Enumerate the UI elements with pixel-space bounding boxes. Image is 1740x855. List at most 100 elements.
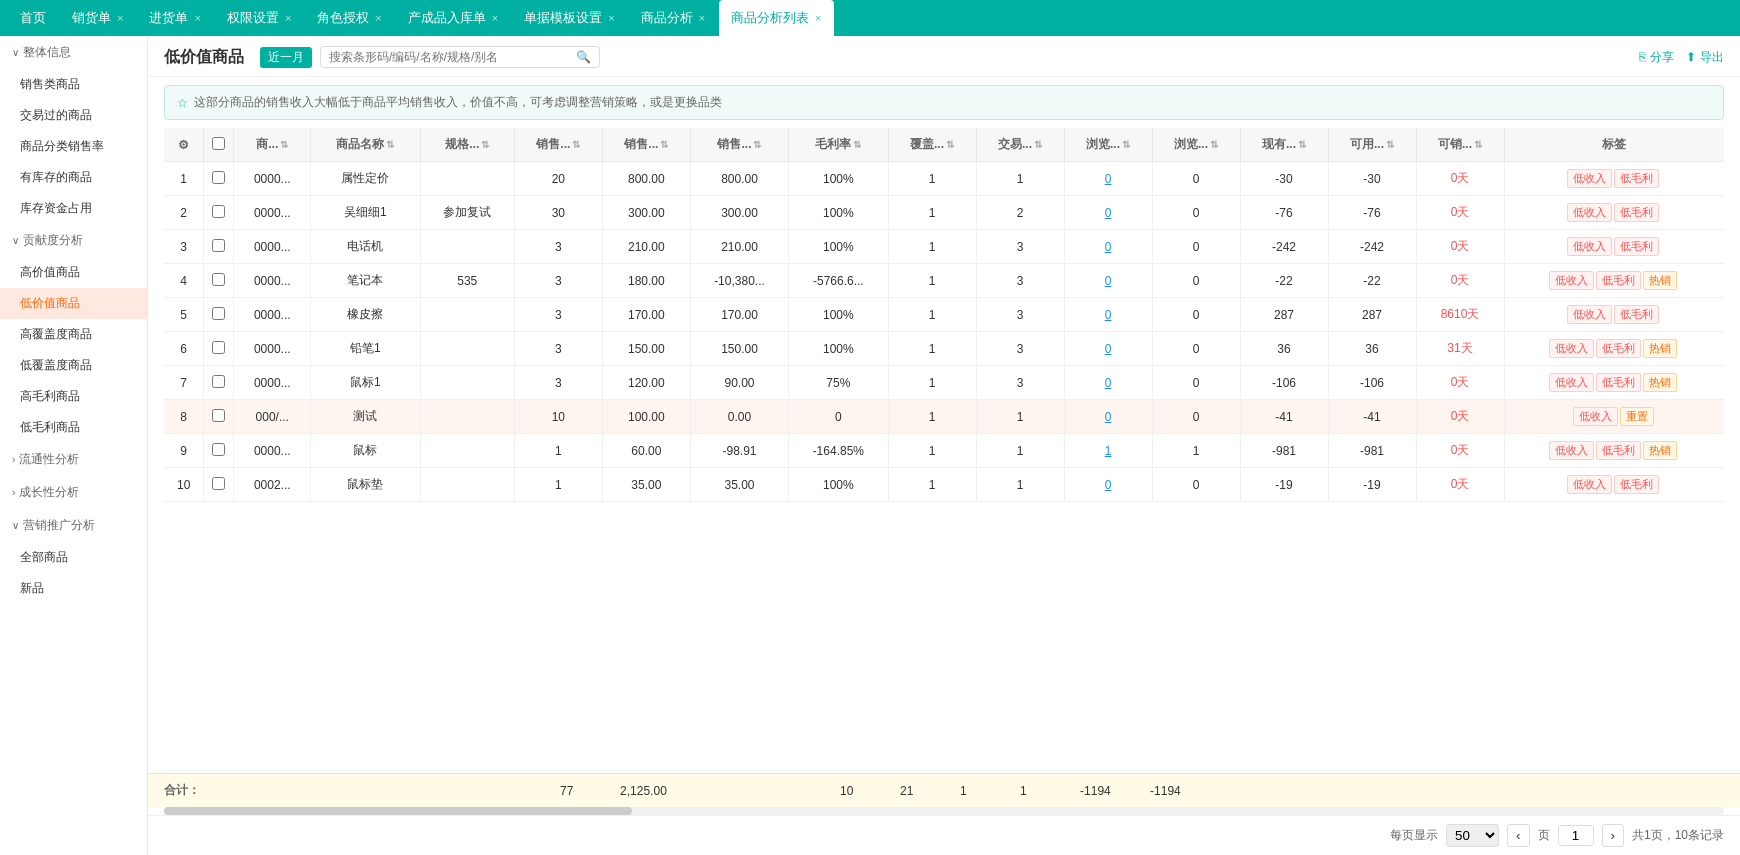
col-spec[interactable]: 规格...⇅ — [420, 128, 514, 162]
tag-低毛利[interactable]: 低毛利 — [1614, 305, 1659, 324]
row-checkbox-1[interactable] — [212, 205, 225, 218]
view1-link[interactable]: 0 — [1105, 376, 1112, 390]
sidebar-group-growth-title[interactable]: › 成长性分析 — [0, 476, 147, 509]
tag-低毛利[interactable]: 低毛利 — [1596, 373, 1641, 392]
prev-page-button[interactable]: ‹ — [1507, 824, 1529, 847]
nav-home[interactable]: 首页 — [8, 0, 58, 36]
nav-product-list[interactable]: 商品分析列表 × — [719, 0, 833, 36]
tag-低收入[interactable]: 低收入 — [1573, 407, 1618, 426]
tag-热销[interactable]: 热销 — [1643, 271, 1677, 290]
view1-link[interactable]: 0 — [1105, 308, 1112, 322]
col-settings[interactable]: ⚙ — [164, 128, 204, 162]
tag-低毛利[interactable]: 低毛利 — [1614, 169, 1659, 188]
tag-低收入[interactable]: 低收入 — [1549, 441, 1594, 460]
search-input[interactable] — [329, 50, 576, 64]
view1-link[interactable]: 0 — [1105, 206, 1112, 220]
sidebar-item-stock-products[interactable]: 有库存的商品 — [0, 162, 147, 193]
col-sales-cost[interactable]: 销售...⇅ — [690, 128, 788, 162]
cell-checkbox[interactable] — [204, 196, 234, 230]
nav-product-list-close[interactable]: × — [815, 12, 821, 24]
nav-role[interactable]: 角色授权 × — [305, 0, 393, 36]
col-sales-qty[interactable]: 销售...⇅ — [514, 128, 602, 162]
nav-product-analysis[interactable]: 商品分析 × — [629, 0, 717, 36]
table-wrapper[interactable]: ⚙ 商...⇅ 商品名称⇅ 规格...⇅ 销售...⇅ 销售...⇅ 销售...… — [148, 128, 1740, 773]
sidebar-item-sales-products[interactable]: 销售类商品 — [0, 69, 147, 100]
col-margin[interactable]: 毛利率⇅ — [789, 128, 888, 162]
nav-product-analysis-close[interactable]: × — [699, 12, 705, 24]
tag-热销[interactable]: 热销 — [1643, 441, 1677, 460]
cell-checkbox[interactable] — [204, 230, 234, 264]
view1-link[interactable]: 0 — [1105, 240, 1112, 254]
view1-link[interactable]: 0 — [1105, 478, 1112, 492]
tag-热销[interactable]: 热销 — [1643, 339, 1677, 358]
nav-warehouse[interactable]: 产成品入库单 × — [396, 0, 510, 36]
cell-checkbox[interactable] — [204, 366, 234, 400]
select-all-checkbox[interactable] — [212, 137, 225, 150]
col-sales-amt[interactable]: 销售...⇅ — [602, 128, 690, 162]
sidebar-item-traded-products[interactable]: 交易过的商品 — [0, 100, 147, 131]
cell-checkbox[interactable] — [204, 332, 234, 366]
col-name[interactable]: 商品名称⇅ — [311, 128, 421, 162]
tag-低毛利[interactable]: 低毛利 — [1614, 203, 1659, 222]
view1-link[interactable]: 0 — [1105, 274, 1112, 288]
row-checkbox-3[interactable] — [212, 273, 225, 286]
sidebar-item-high-coverage[interactable]: 高覆盖度商品 — [0, 319, 147, 350]
row-checkbox-9[interactable] — [212, 477, 225, 490]
nav-purchase-close[interactable]: × — [194, 12, 200, 24]
cell-checkbox[interactable] — [204, 468, 234, 502]
row-checkbox-4[interactable] — [212, 307, 225, 320]
time-badge[interactable]: 近一月 — [260, 47, 312, 68]
sidebar-item-stock-funds[interactable]: 库存资金占用 — [0, 193, 147, 224]
nav-warehouse-close[interactable]: × — [492, 12, 498, 24]
row-checkbox-6[interactable] — [212, 375, 225, 388]
col-coverage[interactable]: 覆盖...⇅ — [888, 128, 976, 162]
sidebar-group-marketing-title[interactable]: ∨ 营销推广分析 — [0, 509, 147, 542]
tag-低收入[interactable]: 低收入 — [1567, 237, 1612, 256]
col-checkbox[interactable] — [204, 128, 234, 162]
col-stock-cur[interactable]: 现有...⇅ — [1240, 128, 1328, 162]
row-checkbox-7[interactable] — [212, 409, 225, 422]
nav-sales-close[interactable]: × — [117, 12, 123, 24]
page-number-input[interactable] — [1558, 825, 1594, 846]
nav-role-close[interactable]: × — [375, 12, 381, 24]
share-button[interactable]: ⎘ 分享 — [1639, 49, 1674, 66]
page-size-select[interactable]: 50 100 200 — [1446, 824, 1499, 847]
tag-低收入[interactable]: 低收入 — [1549, 271, 1594, 290]
tag-重置[interactable]: 重置 — [1620, 407, 1654, 426]
nav-permission-close[interactable]: × — [285, 12, 291, 24]
row-checkbox-0[interactable] — [212, 171, 225, 184]
tag-低收入[interactable]: 低收入 — [1549, 373, 1594, 392]
row-checkbox-5[interactable] — [212, 341, 225, 354]
tag-低收入[interactable]: 低收入 — [1567, 203, 1612, 222]
sidebar-item-all-products[interactable]: 全部商品 — [0, 542, 147, 573]
col-stock-sale[interactable]: 可销...⇅ — [1416, 128, 1504, 162]
row-checkbox-2[interactable] — [212, 239, 225, 252]
tag-低收入[interactable]: 低收入 — [1549, 339, 1594, 358]
col-stock-avail[interactable]: 可用...⇅ — [1328, 128, 1416, 162]
col-code[interactable]: 商...⇅ — [234, 128, 311, 162]
tag-热销[interactable]: 热销 — [1643, 373, 1677, 392]
tag-低收入[interactable]: 低收入 — [1567, 305, 1612, 324]
cell-checkbox[interactable] — [204, 162, 234, 196]
nav-permission[interactable]: 权限设置 × — [215, 0, 303, 36]
tag-低毛利[interactable]: 低毛利 — [1596, 271, 1641, 290]
view1-link[interactable]: 0 — [1105, 410, 1112, 424]
nav-purchase[interactable]: 进货单 × — [137, 0, 212, 36]
cell-checkbox[interactable] — [204, 400, 234, 434]
sidebar-item-category-sales[interactable]: 商品分类销售率 — [0, 131, 147, 162]
cell-checkbox[interactable] — [204, 264, 234, 298]
view1-link[interactable]: 0 — [1105, 342, 1112, 356]
col-view2[interactable]: 浏览...⇅ — [1152, 128, 1240, 162]
nav-template-close[interactable]: × — [608, 12, 614, 24]
scrollbar-thumb[interactable] — [164, 807, 632, 815]
horizontal-scrollbar[interactable] — [164, 807, 1724, 815]
sidebar-item-high-margin[interactable]: 高毛利商品 — [0, 381, 147, 412]
view1-link[interactable]: 0 — [1105, 172, 1112, 186]
export-button[interactable]: ⬆ 导出 — [1686, 49, 1724, 66]
col-trade[interactable]: 交易...⇅ — [976, 128, 1064, 162]
nav-template[interactable]: 单据模板设置 × — [512, 0, 626, 36]
tag-低收入[interactable]: 低收入 — [1567, 475, 1612, 494]
nav-sales[interactable]: 销货单 × — [60, 0, 135, 36]
sidebar-group-liquidity-title[interactable]: › 流通性分析 — [0, 443, 147, 476]
col-view1[interactable]: 浏览...⇅ — [1064, 128, 1152, 162]
